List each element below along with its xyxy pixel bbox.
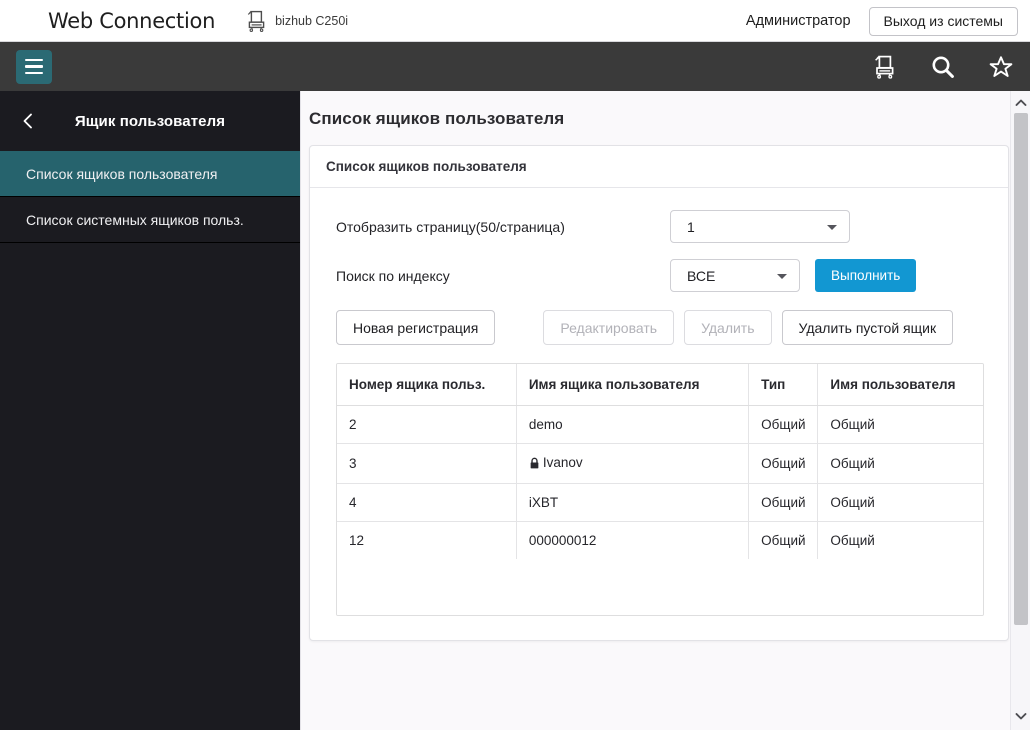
cell-user-name: Общий — [818, 484, 983, 522]
display-page-row: Отобразить страницу(50/страница) 1 — [336, 210, 984, 243]
cell-type: Общий — [749, 444, 818, 484]
column-header-box-name: Имя ящика пользователя — [516, 364, 748, 406]
cell-box-name: Ivanov — [516, 444, 748, 484]
navbar-icons — [870, 42, 1016, 91]
page-select-value: 1 — [671, 219, 695, 235]
column-header-user-name: Имя пользователя — [818, 364, 983, 406]
cell-box-number: 2 — [337, 406, 516, 444]
table-body: 2demoОбщийОбщий3IvanovОбщийОбщий4iXBTОбщ… — [337, 406, 983, 560]
hamburger-line — [25, 72, 43, 75]
sidebar-item-user-box-list[interactable]: Список ящиков пользователя — [0, 151, 300, 197]
printer-icon — [245, 10, 269, 32]
cell-box-name: demo — [516, 406, 748, 444]
device-info: bizhub C250i — [245, 10, 348, 32]
table-row[interactable]: 2 demo ОбщийОбщий — [337, 406, 983, 444]
table-header: Номер ящика польз. Имя ящика пользовател… — [337, 364, 983, 406]
cell-user-name: Общий — [818, 522, 983, 560]
table-empty-area — [337, 559, 983, 615]
index-select-value: ВСЕ — [671, 268, 715, 284]
display-page-label: Отобразить страницу(50/страница) — [336, 219, 670, 235]
top-header: Web Connection bizhub C250i — [0, 0, 1030, 42]
chevron-down-icon[interactable] — [1011, 706, 1030, 726]
dark-navbar — [0, 42, 1030, 91]
page-select[interactable]: 1 — [670, 210, 850, 243]
execute-button[interactable]: Выполнить — [815, 259, 916, 292]
cell-user-name: Общий — [818, 444, 983, 484]
table-row[interactable]: 4 iXBT ОбщийОбщий — [337, 484, 983, 522]
column-header-type: Тип — [749, 364, 818, 406]
sidebar-item-label: Список ящиков пользователя — [26, 166, 217, 182]
header-right: Администратор Выход из системы — [746, 0, 1018, 42]
chevron-down-icon — [777, 274, 787, 279]
app-root: Web Connection bizhub C250i — [0, 0, 1030, 730]
column-header-box-number: Номер ящика польз. — [337, 364, 516, 406]
chevron-left-icon[interactable] — [12, 91, 44, 151]
index-select[interactable]: ВСЕ — [670, 259, 800, 292]
brand: Web Connection bizhub C250i — [48, 9, 348, 33]
hamburger-line — [25, 59, 43, 62]
user-box-table: Номер ящика польз. Имя ящика пользовател… — [337, 364, 983, 559]
cell-box-name: iXBT — [516, 484, 748, 522]
main-content: Список ящиков пользователя Список ящиков… — [300, 91, 1010, 730]
edit-button[interactable]: Редактировать — [543, 310, 674, 345]
cell-box-name: 000000012 — [516, 522, 748, 560]
box-name-text: Ivanov — [543, 455, 583, 470]
lock-icon — [529, 457, 540, 472]
hamburger-line — [25, 65, 43, 68]
printer-icon[interactable] — [870, 52, 900, 82]
chevron-up-icon[interactable] — [1011, 93, 1030, 113]
cell-type: Общий — [749, 522, 818, 560]
cell-user-name: Общий — [818, 406, 983, 444]
user-label: Администратор — [746, 13, 851, 29]
box-name-text: iXBT — [529, 495, 558, 510]
sidebar-item-label: Список системных ящиков польз. — [26, 212, 244, 228]
page-title: Список ящиков пользователя — [301, 91, 1010, 129]
new-registration-button[interactable]: Новая регистрация — [336, 310, 495, 345]
card-body: Отобразить страницу(50/страница) 1 Поиск… — [310, 188, 1008, 640]
star-icon[interactable] — [986, 52, 1016, 82]
delete-empty-box-button[interactable]: Удалить пустой ящик — [782, 310, 954, 345]
card-title: Список ящиков пользователя — [310, 146, 1008, 188]
cell-box-number: 3 — [337, 444, 516, 484]
cell-box-number: 12 — [337, 522, 516, 560]
page-scrollbar[interactable] — [1010, 91, 1030, 730]
search-icon[interactable] — [928, 52, 958, 82]
table-row[interactable]: 12 000000012 ОбщийОбщий — [337, 522, 983, 560]
sidebar-header: Ящик пользователя — [0, 91, 300, 151]
cell-type: Общий — [749, 484, 818, 522]
table-header-row: Номер ящика польз. Имя ящика пользовател… — [337, 364, 983, 406]
sidebar-item-system-box-list[interactable]: Список системных ящиков польз. — [0, 197, 300, 243]
table-row[interactable]: 3 Ivanov ОбщийОбщий — [337, 444, 983, 484]
cell-type: Общий — [749, 406, 818, 444]
box-name-text: 000000012 — [529, 533, 597, 548]
device-name: bizhub C250i — [275, 14, 348, 28]
hamburger-menu-icon[interactable] — [16, 50, 52, 84]
index-search-row: Поиск по индексу ВСЕ Выполнить — [336, 259, 984, 292]
delete-button[interactable]: Удалить — [684, 310, 771, 345]
sidebar: Ящик пользователя Список ящиков пользова… — [0, 91, 300, 730]
scrollbar-thumb[interactable] — [1014, 113, 1028, 625]
index-search-label: Поиск по индексу — [336, 268, 670, 284]
cell-box-number: 4 — [337, 484, 516, 522]
action-buttons: Новая регистрация Редактировать Удалить … — [336, 310, 984, 345]
user-box-table-wrapper: Номер ящика польз. Имя ящика пользовател… — [336, 363, 984, 616]
box-name-text: demo — [529, 417, 563, 432]
brand-title: Web Connection — [48, 9, 215, 33]
user-box-list-card: Список ящиков пользователя Отобразить ст… — [309, 145, 1009, 641]
logout-button[interactable]: Выход из системы — [869, 7, 1018, 36]
sidebar-title: Ящик пользователя — [0, 113, 300, 130]
chevron-down-icon — [827, 225, 837, 230]
